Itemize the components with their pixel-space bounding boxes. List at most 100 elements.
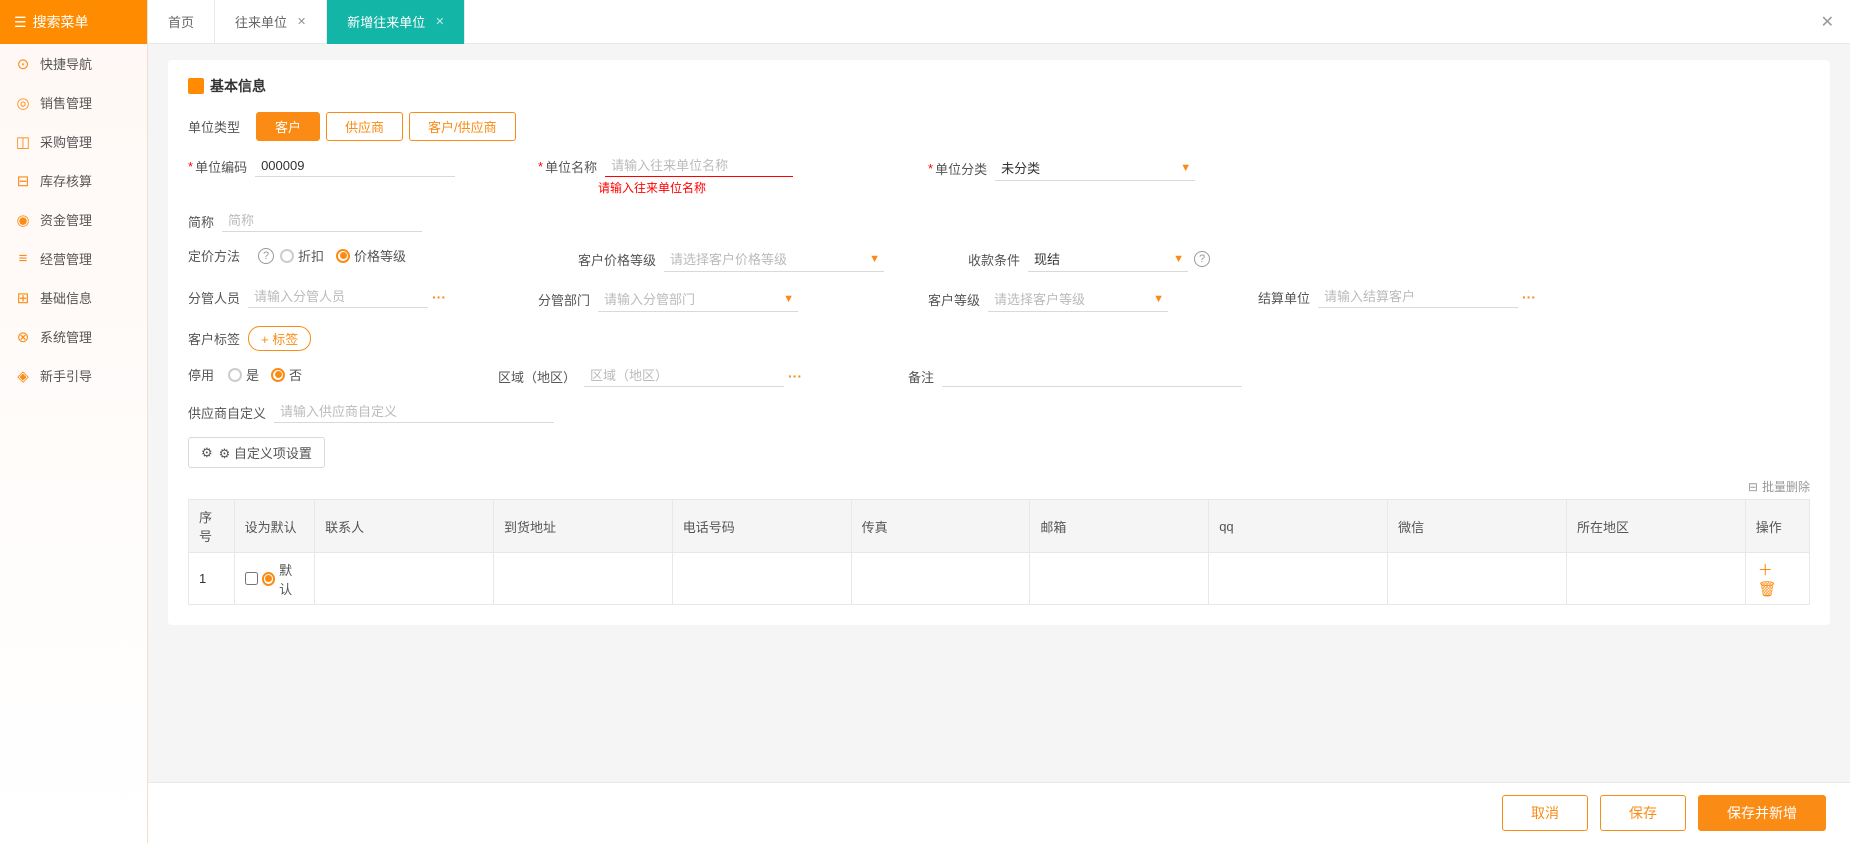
row-region[interactable] xyxy=(1566,553,1745,605)
unit-btn-customer[interactable]: 客户 xyxy=(256,112,320,141)
customer-tag-row: 客户标签 + 标签 xyxy=(188,326,1810,351)
row-checkbox[interactable] xyxy=(245,572,258,585)
col-region: 所在地区 xyxy=(1566,500,1745,553)
sidebar-item-finance-mgmt[interactable]: ◉ 资金管理 xyxy=(0,200,147,239)
col-num: 序号 xyxy=(189,500,235,553)
region-input[interactable] xyxy=(584,365,784,387)
search-menu[interactable]: ☰ 搜索菜单 xyxy=(0,0,147,44)
row-delete-btn[interactable]: 🗑 xyxy=(1756,581,1779,598)
row-phone[interactable] xyxy=(672,553,851,605)
sidebar-item-basic-info[interactable]: ⊞ 基础信息 xyxy=(0,278,147,317)
radio-price-level-label: 价格等级 xyxy=(354,246,406,265)
manager-more-btn[interactable]: ··· xyxy=(428,289,450,305)
batch-delete-label[interactable]: 批量删除 xyxy=(1762,478,1810,495)
customer-price-level-field: 客户价格等级 请选择客户价格等级 ▼ xyxy=(578,246,938,272)
unit-category-field: * 单位分类 未分类 ▼ xyxy=(928,155,1810,181)
unit-name-input[interactable] xyxy=(605,155,793,177)
cancel-button[interactable]: 取消 xyxy=(1502,795,1588,831)
row-email[interactable] xyxy=(1030,553,1209,605)
region-field: 区域（地区） ··· xyxy=(498,365,878,387)
qq-input[interactable] xyxy=(1219,571,1377,586)
short-name-input[interactable] xyxy=(222,210,422,232)
department-select[interactable]: 请输入分管部门 ▼ xyxy=(598,286,798,312)
radio-price-level[interactable]: 价格等级 xyxy=(336,246,406,265)
contact-input[interactable] xyxy=(325,571,483,586)
radio-price-level-circle xyxy=(336,249,350,263)
disable-label: 停用 xyxy=(188,365,214,384)
sidebar-item-label: 新手引导 xyxy=(40,366,92,385)
row-fax[interactable] xyxy=(851,553,1030,605)
sidebar-item-quick-nav[interactable]: ⊙ 快捷导航 xyxy=(0,44,147,83)
pricing-method-field: 定价方法 ? 折扣 价格等级 xyxy=(188,246,548,265)
basic-info-icon: ⊞ xyxy=(14,289,32,307)
region-label: 区域（地区） xyxy=(498,367,576,386)
settlement-unit-more-btn[interactable]: ··· xyxy=(1518,289,1540,305)
region-more-btn[interactable]: ··· xyxy=(784,368,806,384)
sidebar-item-new-guide[interactable]: ◈ 新手引导 xyxy=(0,356,147,395)
sales-icon: ◎ xyxy=(14,94,32,112)
tab-bar: 首页 往来单位 ✕ 新增往来单位 ✕ ✕ xyxy=(148,0,1850,44)
tab-partner-list[interactable]: 往来单位 ✕ xyxy=(215,0,327,44)
tab-new-partner-label: 新增往来单位 xyxy=(347,12,425,31)
sidebar-item-label: 基础信息 xyxy=(40,288,92,307)
region-input-cell[interactable] xyxy=(1577,571,1735,586)
sidebar-item-purchase-mgmt[interactable]: ◫ 采购管理 xyxy=(0,122,147,161)
radio-no[interactable]: 否 xyxy=(271,365,302,384)
short-name-field: 简称 xyxy=(188,210,508,232)
disable-region-row: 停用 是 否 区域（地区） xyxy=(188,365,1810,387)
radio-yes[interactable]: 是 xyxy=(228,365,259,384)
wechat-input[interactable] xyxy=(1398,571,1556,586)
remarks-input[interactable] xyxy=(942,365,1242,387)
col-fax: 传真 xyxy=(851,500,1030,553)
sidebar-item-operations-mgmt[interactable]: ≡ 经营管理 xyxy=(0,239,147,278)
customer-price-level-select[interactable]: 请选择客户价格等级 ▼ xyxy=(664,246,884,272)
pricing-method-help[interactable]: ? xyxy=(258,248,274,264)
tab-new-partner[interactable]: 新增往来单位 ✕ xyxy=(327,0,465,44)
pricing-method-options: 折扣 价格等级 xyxy=(280,246,406,265)
row-qq[interactable] xyxy=(1209,553,1388,605)
radio-yes-label: 是 xyxy=(246,365,259,384)
payment-terms-help[interactable]: ? xyxy=(1194,251,1210,267)
supplier-custom-input[interactable] xyxy=(274,401,554,423)
unit-type-label: 单位类型 xyxy=(188,117,240,136)
phone-input[interactable] xyxy=(683,571,841,586)
remarks-label: 备注 xyxy=(908,367,934,386)
system-icon: ⊗ xyxy=(14,328,32,346)
manager-dept-row: 分管人员 ··· 分管部门 请输入分管部门 ▼ 客户等级 xyxy=(188,286,1810,312)
default-radio[interactable]: 默认 xyxy=(262,560,305,598)
fax-input[interactable] xyxy=(862,571,1020,586)
main-content: 首页 往来单位 ✕ 新增往来单位 ✕ ✕ 基本信息 单位类型 客户 xyxy=(148,0,1850,843)
tab-new-partner-close[interactable]: ✕ xyxy=(435,15,444,28)
row-contact[interactable] xyxy=(315,553,494,605)
radio-discount[interactable]: 折扣 xyxy=(280,246,324,265)
disable-field: 停用 是 否 xyxy=(188,365,468,384)
unit-btn-both[interactable]: 客户/供应商 xyxy=(409,112,516,141)
unit-code-input[interactable] xyxy=(255,155,455,177)
close-all-tabs[interactable]: ✕ xyxy=(1821,12,1834,32)
purchase-icon: ◫ xyxy=(14,133,32,151)
settlement-unit-input[interactable] xyxy=(1318,286,1518,308)
sidebar-item-inventory-mgmt[interactable]: ⊟ 库存核算 xyxy=(0,161,147,200)
row-add-btn[interactable]: ＋ xyxy=(1756,562,1775,579)
row-address[interactable] xyxy=(493,553,672,605)
sidebar-item-system-mgmt[interactable]: ⊗ 系统管理 xyxy=(0,317,147,356)
row-wechat[interactable] xyxy=(1388,553,1567,605)
unit-name-label: 单位名称 xyxy=(545,157,597,176)
tab-partner-list-close[interactable]: ✕ xyxy=(297,15,306,28)
default-radio-circle xyxy=(262,572,276,586)
save-button[interactable]: 保存 xyxy=(1600,795,1686,831)
email-input[interactable] xyxy=(1040,571,1198,586)
radio-no-circle xyxy=(271,368,285,382)
sidebar-item-sales-mgmt[interactable]: ◎ 销售管理 xyxy=(0,83,147,122)
custom-settings-btn[interactable]: ⚙ ⚙ 自定义项设置 xyxy=(188,437,325,468)
unit-category-select[interactable]: 未分类 ▼ xyxy=(995,155,1195,181)
add-tag-btn[interactable]: + 标签 xyxy=(248,326,311,351)
unit-btn-supplier[interactable]: 供应商 xyxy=(326,112,403,141)
tab-home[interactable]: 首页 xyxy=(148,0,215,44)
col-wechat: 微信 xyxy=(1388,500,1567,553)
save-new-button[interactable]: 保存并新增 xyxy=(1698,795,1826,831)
address-input[interactable] xyxy=(504,571,662,586)
payment-terms-select[interactable]: 现结 ▼ xyxy=(1028,246,1188,272)
manager-input[interactable] xyxy=(248,286,428,308)
customer-level-select[interactable]: 请选择客户等级 ▼ xyxy=(988,286,1168,312)
